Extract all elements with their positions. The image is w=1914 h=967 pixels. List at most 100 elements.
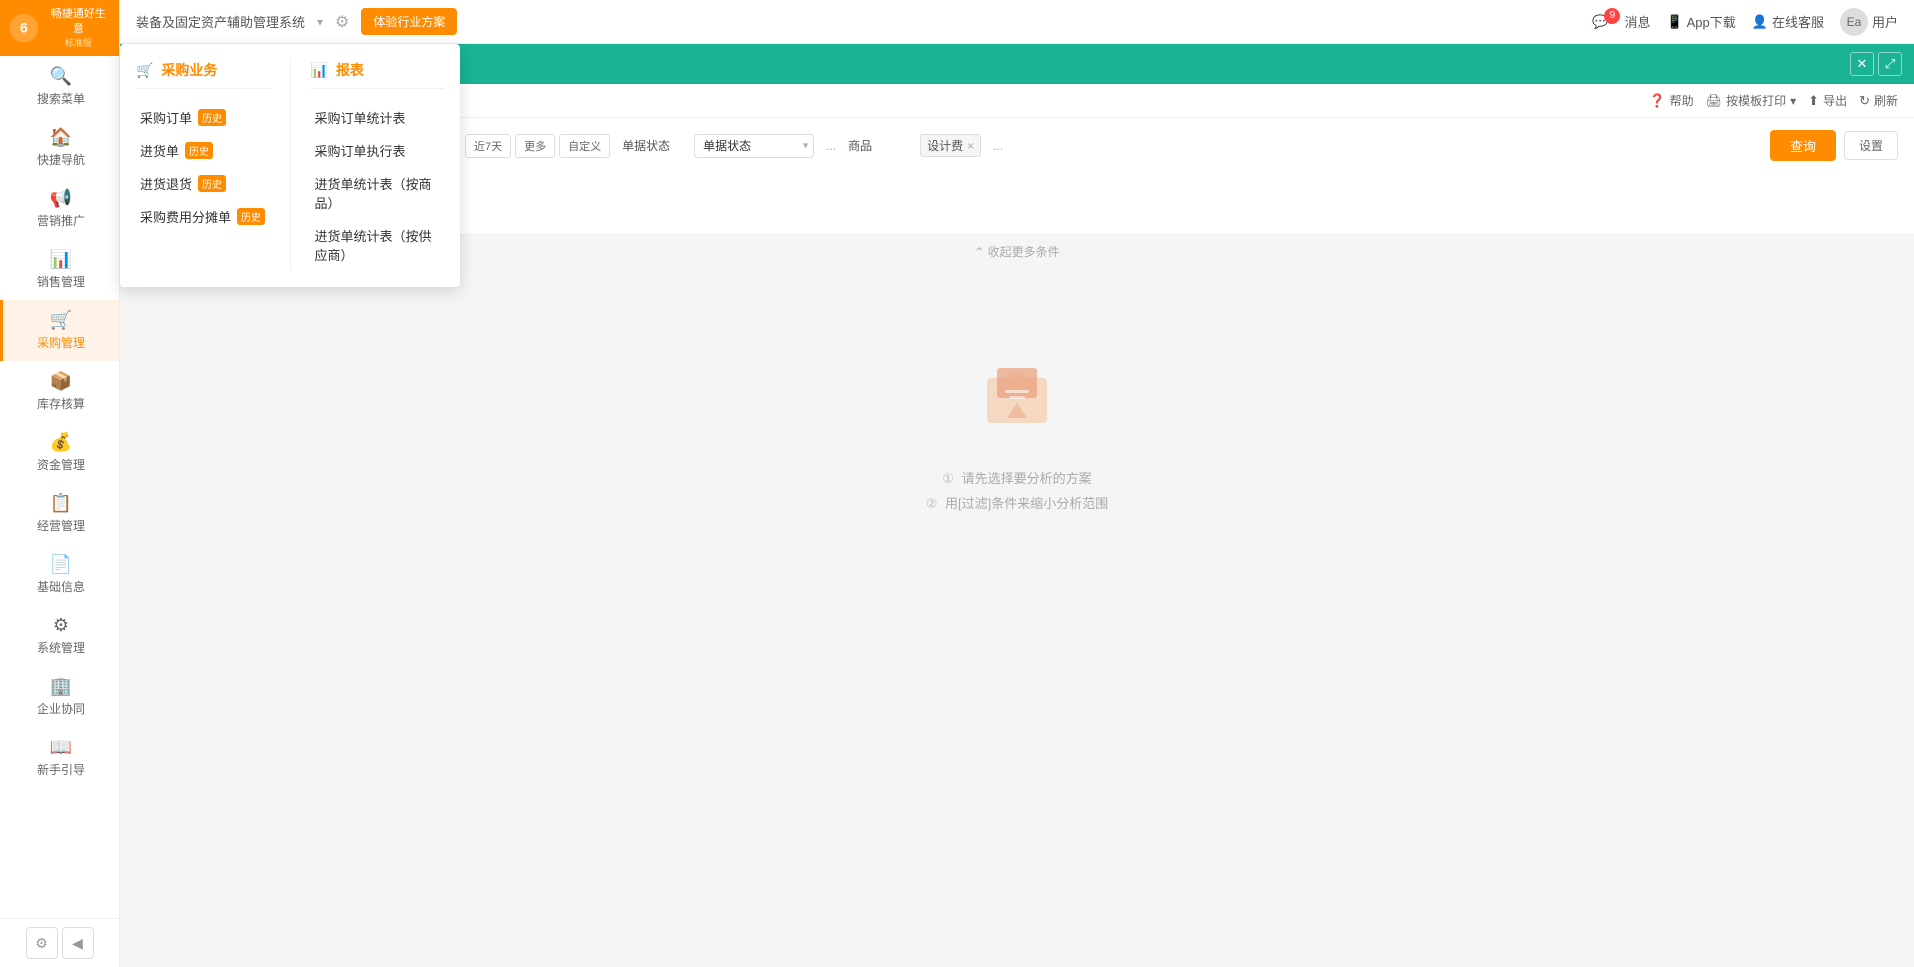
dropdown-item-purchase-expense[interactable]: 采购费用分摊单 历史 [136,200,270,233]
order-status-select[interactable]: 单据状态 [694,134,814,158]
sidebar-item-system-label: 系统管理 [37,639,85,656]
phone-icon: 📱 [1666,14,1682,30]
topbar-arrow[interactable]: ▾ [317,15,323,29]
service-icon: 👤 [1752,14,1768,30]
topbar-gear-icon[interactable]: ⚙ [335,12,349,32]
marketing-icon: 📢 [50,188,72,209]
topbar-right: 💬 9 消息 📱 App下载 👤 在线客服 Ea 用户 [1592,8,1898,36]
help-button[interactable]: ❓ 帮助 [1649,92,1693,109]
sidebar-collapse-button[interactable]: ◀ [62,927,94,959]
search-icon: 🔍 [50,66,72,87]
purchase-dropdown-menu: 🛒 采购业务 采购订单 历史 进货单 历史 进货退货 历史 采购费用分摊单 历史… [120,44,460,287]
empty-hint-1: ① 请先选择要分析的方案 [942,468,1091,487]
purchase-order-hist-badge: 历史 [198,109,226,126]
help-label: 帮助 [1670,92,1694,109]
filter-actions: 查询 设置 [1770,130,1898,161]
svg-text:6: 6 [20,21,28,37]
notification-item[interactable]: 💬 9 消息 [1592,12,1650,31]
quick-7days-btn[interactable]: 近7天 [465,134,511,158]
sidebar-item-quick-nav-label: 快捷导航 [37,151,85,168]
user-label: 用户 [1872,12,1898,31]
goods-tag-text: 设计费 [927,137,963,154]
sidebar-settings-button[interactable]: ⚙ [26,927,58,959]
operation-icon: 📋 [50,493,72,514]
date-quick-btns: 近7天 更多 自定义 [465,134,610,158]
sidebar-item-purchase[interactable]: 🛒 采购管理 [0,300,119,361]
print-button[interactable]: 🖨 按模板打印 ▾ [1706,92,1797,109]
purchase-col-header: 🛒 采购业务 [136,60,270,89]
sales-icon: 📊 [50,249,72,270]
purchase-icon: 🛒 [50,310,72,331]
empty-hint-1-text: 请先选择要分析的方案 [962,471,1092,486]
industry-btn[interactable]: 体验行业方案 [361,8,457,35]
empty-hint-2-text: 用[过滤]条件来缩小分析范围 [945,496,1108,511]
dropdown-item-po-stat[interactable]: 采购订单统计表 [311,101,445,134]
sidebar-item-finance[interactable]: 💰 资金管理 [0,422,119,483]
goods-tag-close-icon[interactable]: × [967,139,974,153]
sidebar-item-system[interactable]: ⚙ 系统管理 [0,605,119,666]
topbar: 装备及固定资产辅助管理系统 ▾ ⚙ 体验行业方案 💬 9 消息 📱 App下载 … [120,0,1914,44]
po-exec-label: 采购订单执行表 [315,141,406,160]
purchase-order-label: 采购订单 [140,108,192,127]
collapse-text: ⌃ 收起更多条件 [974,245,1059,259]
sidebar-item-inventory-label: 库存核算 [37,395,85,412]
print-icon: 🖨 [1706,93,1723,109]
sidebar-item-search[interactable]: 🔍 搜索菜单 [0,56,119,117]
sidebar-item-marketing-label: 营销推广 [37,212,85,229]
app-download-item[interactable]: 📱 App下载 [1666,12,1735,31]
sidebar-item-marketing[interactable]: 📢 营销推广 [0,178,119,239]
query-button[interactable]: 查询 [1770,130,1836,161]
dropdown-item-receipt-stat-goods[interactable]: 进货单统计表（按商品） [311,167,445,219]
export-button[interactable]: ⬆ 导出 [1808,92,1847,109]
sidebar-item-newbie[interactable]: 📖 新手引导 [0,727,119,788]
dropdown-item-purchase-return[interactable]: 进货退货 历史 [136,167,270,200]
order-status-wrap: 单据状态 [694,134,814,158]
quick-more-btn[interactable]: 更多 [515,134,555,158]
tabbar-close-button[interactable]: ✕ [1850,52,1874,76]
online-service-label: 在线客服 [1772,12,1824,31]
dropdown-item-receipt-stat-supplier[interactable]: 进货单统计表（按供应商） [311,219,445,271]
user-item[interactable]: Ea 用户 [1840,8,1898,36]
purchase-col: 🛒 采购业务 采购订单 历史 进货单 历史 进货退货 历史 采购费用分摊单 历史 [136,60,270,271]
goods-tag: 设计费 × [920,134,981,157]
quick-custom-btn[interactable]: 自定义 [559,134,610,158]
report-col: 📊 报表 采购订单统计表 采购订单执行表 进货单统计表（按商品） 进货单统计表（… [311,60,445,271]
sidebar-item-operation[interactable]: 📋 经营管理 [0,483,119,544]
receipt-stat-supplier-label: 进货单统计表（按供应商） [315,226,441,264]
dropdown-item-purchase-receipt[interactable]: 进货单 历史 [136,134,270,167]
goods-ellipsis[interactable]: ... [993,139,1003,153]
sidebar-item-basic-info[interactable]: 📄 基础信息 [0,544,119,605]
order-status-ellipsis[interactable]: ... [826,139,836,153]
refresh-button[interactable]: ↻ 刷新 [1859,92,1898,109]
tabbar-actions: ✕ ⤢ [1850,44,1914,84]
sidebar-item-search-label: 搜索菜单 [37,90,85,107]
settings-button[interactable]: 设置 [1844,131,1898,160]
refresh-icon: ↻ [1859,93,1870,109]
purchase-col-icon: 🛒 [136,62,153,79]
sidebar-item-sales[interactable]: 📊 销售管理 [0,239,119,300]
basic-info-icon: 📄 [50,554,72,575]
sidebar-item-quick-nav[interactable]: 🏠 快捷导航 [0,117,119,178]
notification-badge: 9 [1604,8,1620,24]
home-icon: 🏠 [50,127,72,148]
logo-icon: 6 [8,12,40,44]
sidebar-item-inventory[interactable]: 📦 库存核算 [0,361,119,422]
report-col-title: 报表 [336,60,364,80]
dropdown-divider [290,60,291,271]
print-arrow-icon: ▾ [1790,94,1796,108]
sidebar-item-newbie-label: 新手引导 [37,761,85,778]
help-icon: ❓ [1649,93,1665,109]
sidebar: 6 畅捷通好生意 标准版 🔍 搜索菜单 🏠 快捷导航 📢 营销推广 📊 销售管理… [0,0,120,967]
empty-hint-2: ② 用[过滤]条件来缩小分析范围 [926,493,1109,512]
print-label: 按模板打印 [1726,92,1786,109]
tabbar-expand-button[interactable]: ⤢ [1878,52,1902,76]
sidebar-item-enterprise[interactable]: 🏢 企业协同 [0,666,119,727]
sidebar-bottom: ⚙ ◀ [0,918,119,967]
online-service-item[interactable]: 👤 在线客服 [1752,12,1824,31]
dropdown-item-po-exec[interactable]: 采购订单执行表 [311,134,445,167]
purchase-expense-hist-badge: 历史 [237,208,265,225]
sidebar-item-operation-label: 经营管理 [37,517,85,534]
finance-icon: 💰 [50,432,72,453]
dropdown-item-purchase-order[interactable]: 采购订单 历史 [136,101,270,134]
inventory-icon: 📦 [50,371,72,392]
